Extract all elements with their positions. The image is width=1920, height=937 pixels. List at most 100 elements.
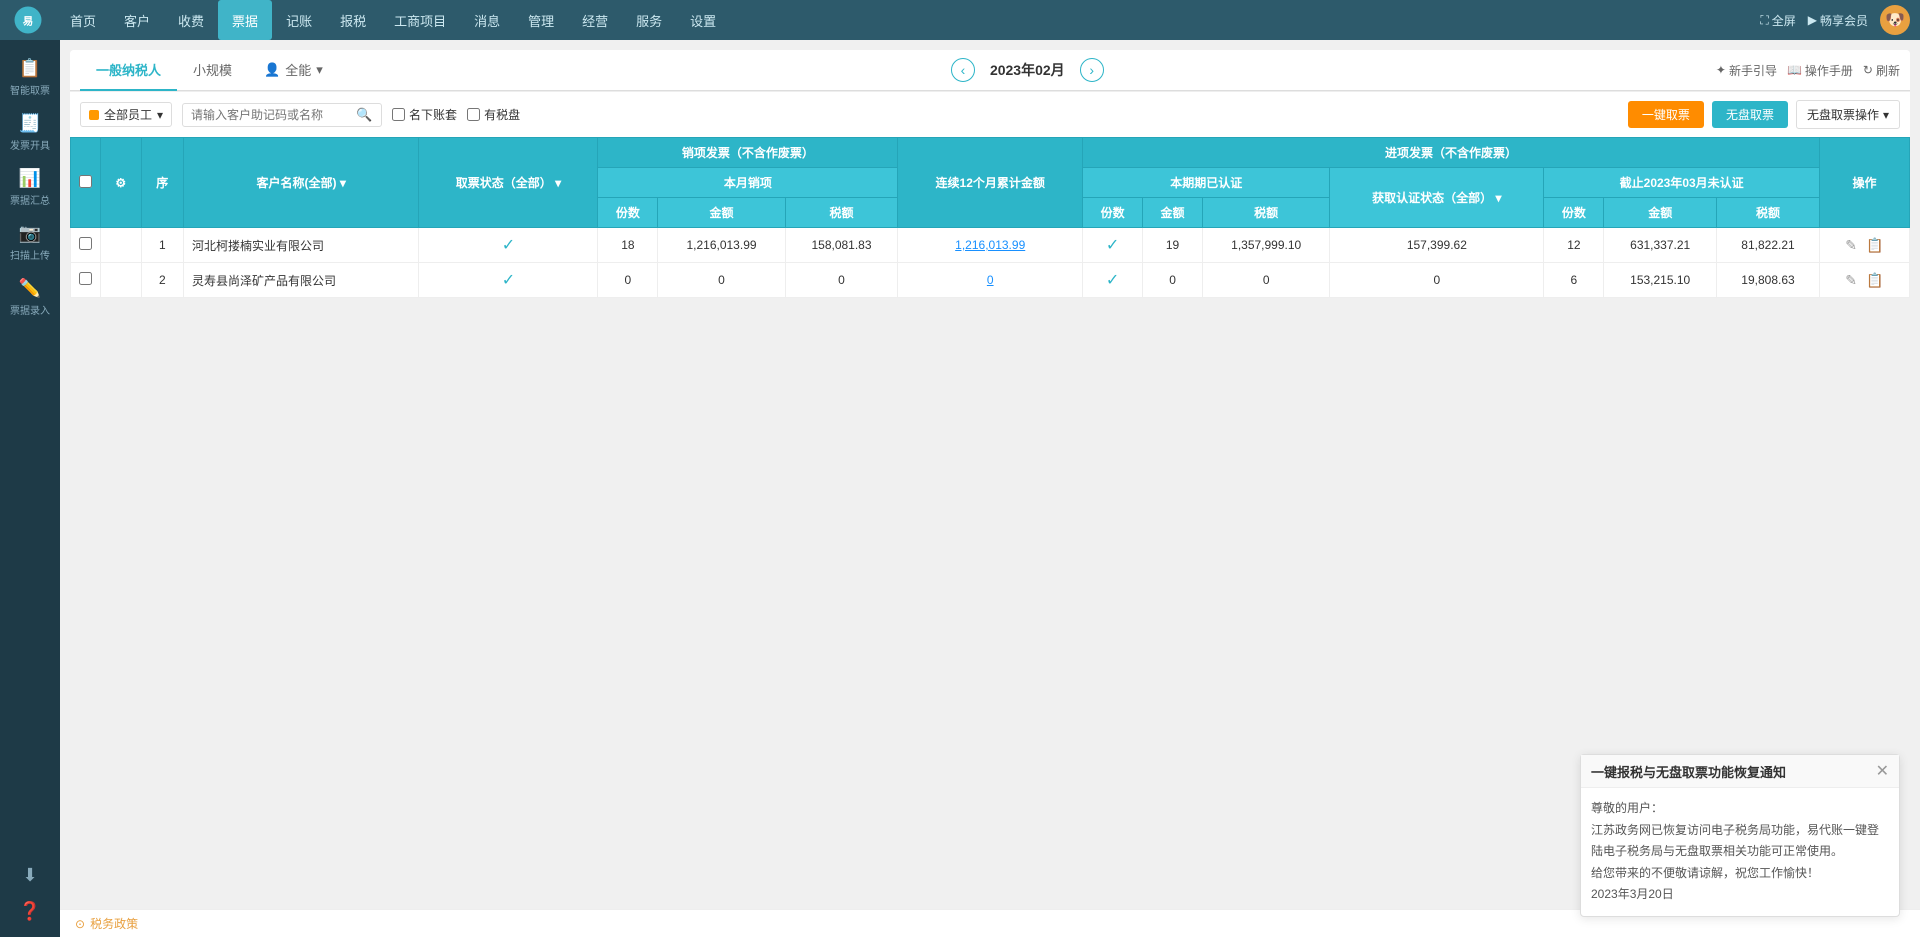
row-checkbox[interactable] (79, 272, 92, 285)
notification-close-btn[interactable]: ✕ (1876, 761, 1889, 781)
row-cert-status: ✓ (1083, 263, 1143, 298)
left-sidebar: 📋 智能取票 🧾 发票开具 📊 票据汇总 📷 扫描上传 ✏️ 票据录入 ⬇ ❓ (0, 40, 60, 937)
help-icon[interactable]: ❓ (19, 901, 41, 922)
row-qty1: 18 (598, 228, 658, 263)
sidebar-item-ticket-entry[interactable]: ✏️ 票据录入 (0, 270, 60, 325)
row-no: 2 (141, 263, 183, 298)
row-amount2: 0 (1203, 263, 1330, 298)
row-cancel-status: ✓ (419, 228, 598, 263)
one-key-ticket-btn[interactable]: 一键取票 (1628, 101, 1704, 128)
checkbox-taxdisk-input[interactable] (467, 108, 480, 121)
row-amount3: 631,337.21 (1604, 228, 1717, 263)
nav-right-area: ⛶ 全屏 ▶ 畅享会员 🐶 (1760, 5, 1910, 35)
tab-all[interactable]: 👤 全能 ▾ (248, 50, 339, 91)
row-customer: 灵寿县尚泽矿产品有限公司 (184, 263, 419, 298)
invoice-summary-icon: 📊 (19, 168, 41, 189)
row-checkbox[interactable] (79, 237, 92, 250)
th-qty3: 份数 (1544, 198, 1604, 228)
row-tax2: 0 (1330, 263, 1544, 298)
sidebar-item-smart-ticket[interactable]: 📋 智能取票 (0, 50, 60, 105)
member-btn[interactable]: ▶ 畅享会员 (1808, 12, 1868, 29)
employee-dot (89, 110, 99, 120)
th-amount1: 金额 (658, 198, 785, 228)
tax-policy-link[interactable]: 税务政策 (90, 915, 138, 932)
prev-month-btn[interactable]: ‹ (951, 58, 975, 82)
th-tax2: 税额 (1203, 198, 1330, 228)
search-box: 🔍 (182, 103, 382, 127)
smart-ticket-icon: 📋 (19, 58, 41, 79)
nav-invoice[interactable]: 票据 (218, 0, 272, 40)
th-cancel-status: 取票状态（全部） ▾ (419, 138, 598, 228)
content-section: 一般纳税人 小规模 👤 全能 ▾ ‹ 2023年02月 › ✦ 新手引导 📖 操… (70, 50, 1910, 298)
edit-icon[interactable]: ✎ (1845, 237, 1857, 253)
invoice-table: ⚙ 序 客户名称(全部) ▾ 取票状态（全部） ▾ 销项发票（不含作废票） 连续… (70, 137, 1910, 298)
row-qty3: 6 (1544, 263, 1604, 298)
nav-customer[interactable]: 客户 (110, 0, 164, 40)
app-logo[interactable]: 易 (10, 2, 46, 38)
nav-tax[interactable]: 报税 (326, 0, 380, 40)
checkbox-taxdisk[interactable]: 有税盘 (467, 106, 520, 123)
new-guide-btn[interactable]: ✦ 新手引导 (1716, 62, 1777, 79)
download-icon[interactable]: ⬇ (22, 865, 37, 886)
fullscreen-btn[interactable]: ⛶ 全屏 (1760, 12, 1795, 29)
th-uncertified: 截止2023年03月未认证 (1544, 168, 1820, 198)
sidebar-item-invoice-open[interactable]: 🧾 发票开具 (0, 105, 60, 160)
nav-fee[interactable]: 收费 (164, 0, 218, 40)
cumulative-link[interactable]: 0 (987, 273, 994, 287)
detail-icon[interactable]: 📋 (1866, 237, 1883, 253)
nav-settings[interactable]: 设置 (676, 0, 730, 40)
checkbox-account[interactable]: 名下账套 (392, 106, 457, 123)
row-tax3: 19,808.63 (1717, 263, 1820, 298)
search-icon[interactable]: 🔍 (356, 107, 372, 123)
nav-message[interactable]: 消息 (460, 0, 514, 40)
refresh-btn[interactable]: ↻ 刷新 (1863, 62, 1900, 79)
row-tax3: 81,822.21 (1717, 228, 1820, 263)
employee-select[interactable]: 全部员工 ▾ (80, 102, 172, 127)
th-customer: 客户名称(全部) ▾ (184, 138, 419, 228)
th-no: 序 (141, 138, 183, 228)
row-actions: ✎ 📋 (1819, 263, 1909, 298)
cert-status-check-icon: ✓ (1106, 272, 1119, 289)
customer-filter-icon[interactable]: ▾ (340, 176, 346, 190)
row-amount1: 1,216,013.99 (658, 228, 785, 263)
status-icon: ⊙ (75, 917, 85, 931)
row-checkbox-cell (71, 263, 101, 298)
next-month-btn[interactable]: › (1080, 58, 1104, 82)
nav-home[interactable]: 首页 (56, 0, 110, 40)
row-amount3: 153,215.10 (1604, 263, 1717, 298)
nav-service[interactable]: 服务 (622, 0, 676, 40)
tab-general-taxpayer[interactable]: 一般纳税人 (80, 50, 177, 91)
sidebar-item-scan-upload[interactable]: 📷 扫描上传 (0, 215, 60, 270)
edit-icon[interactable]: ✎ (1845, 272, 1857, 288)
row-tax1: 0 (785, 263, 898, 298)
detail-icon[interactable]: 📋 (1866, 272, 1883, 288)
search-input[interactable] (191, 108, 351, 122)
row-checkbox-cell (71, 228, 101, 263)
notification-header: 一键报税与无盘取票功能恢复通知 ✕ (1581, 755, 1899, 788)
no-disk-ops-btn[interactable]: 无盘取票操作 ▾ (1796, 100, 1900, 129)
nav-manage[interactable]: 管理 (514, 0, 568, 40)
tab-small-scale[interactable]: 小规模 (177, 50, 248, 91)
select-all-checkbox[interactable] (79, 175, 92, 188)
nav-operation[interactable]: 经营 (568, 0, 622, 40)
cert-filter-icon[interactable]: ▾ (1496, 191, 1502, 205)
month-nav: ‹ 2023年02月 › (339, 58, 1716, 82)
sidebar-item-invoice-summary[interactable]: 📊 票据汇总 (0, 160, 60, 215)
cumulative-link[interactable]: 1,216,013.99 (955, 238, 1025, 252)
th-qty2: 份数 (1083, 198, 1143, 228)
tab-bar: 一般纳税人 小规模 👤 全能 ▾ ‹ 2023年02月 › ✦ 新手引导 📖 操… (70, 50, 1910, 91)
refresh-icon: ↻ (1863, 63, 1873, 77)
user-avatar[interactable]: 🐶 (1880, 5, 1910, 35)
ticket-entry-icon: ✏️ (19, 278, 41, 299)
checkbox-account-input[interactable] (392, 108, 405, 121)
settings-icon[interactable]: ⚙ (115, 176, 126, 190)
manual-btn[interactable]: 📖 操作手册 (1787, 62, 1853, 79)
row-amount1: 0 (658, 263, 785, 298)
row-qty2: 19 (1143, 228, 1203, 263)
nav-business[interactable]: 工商项目 (380, 0, 460, 40)
th-sales-invoice-group: 销项发票（不含作废票） (598, 138, 898, 168)
no-disk-ticket-btn[interactable]: 无盘取票 (1712, 101, 1788, 128)
cancel-filter-icon[interactable]: ▾ (555, 176, 561, 190)
nav-accounting[interactable]: 记账 (272, 0, 326, 40)
svg-text:易: 易 (23, 16, 34, 28)
